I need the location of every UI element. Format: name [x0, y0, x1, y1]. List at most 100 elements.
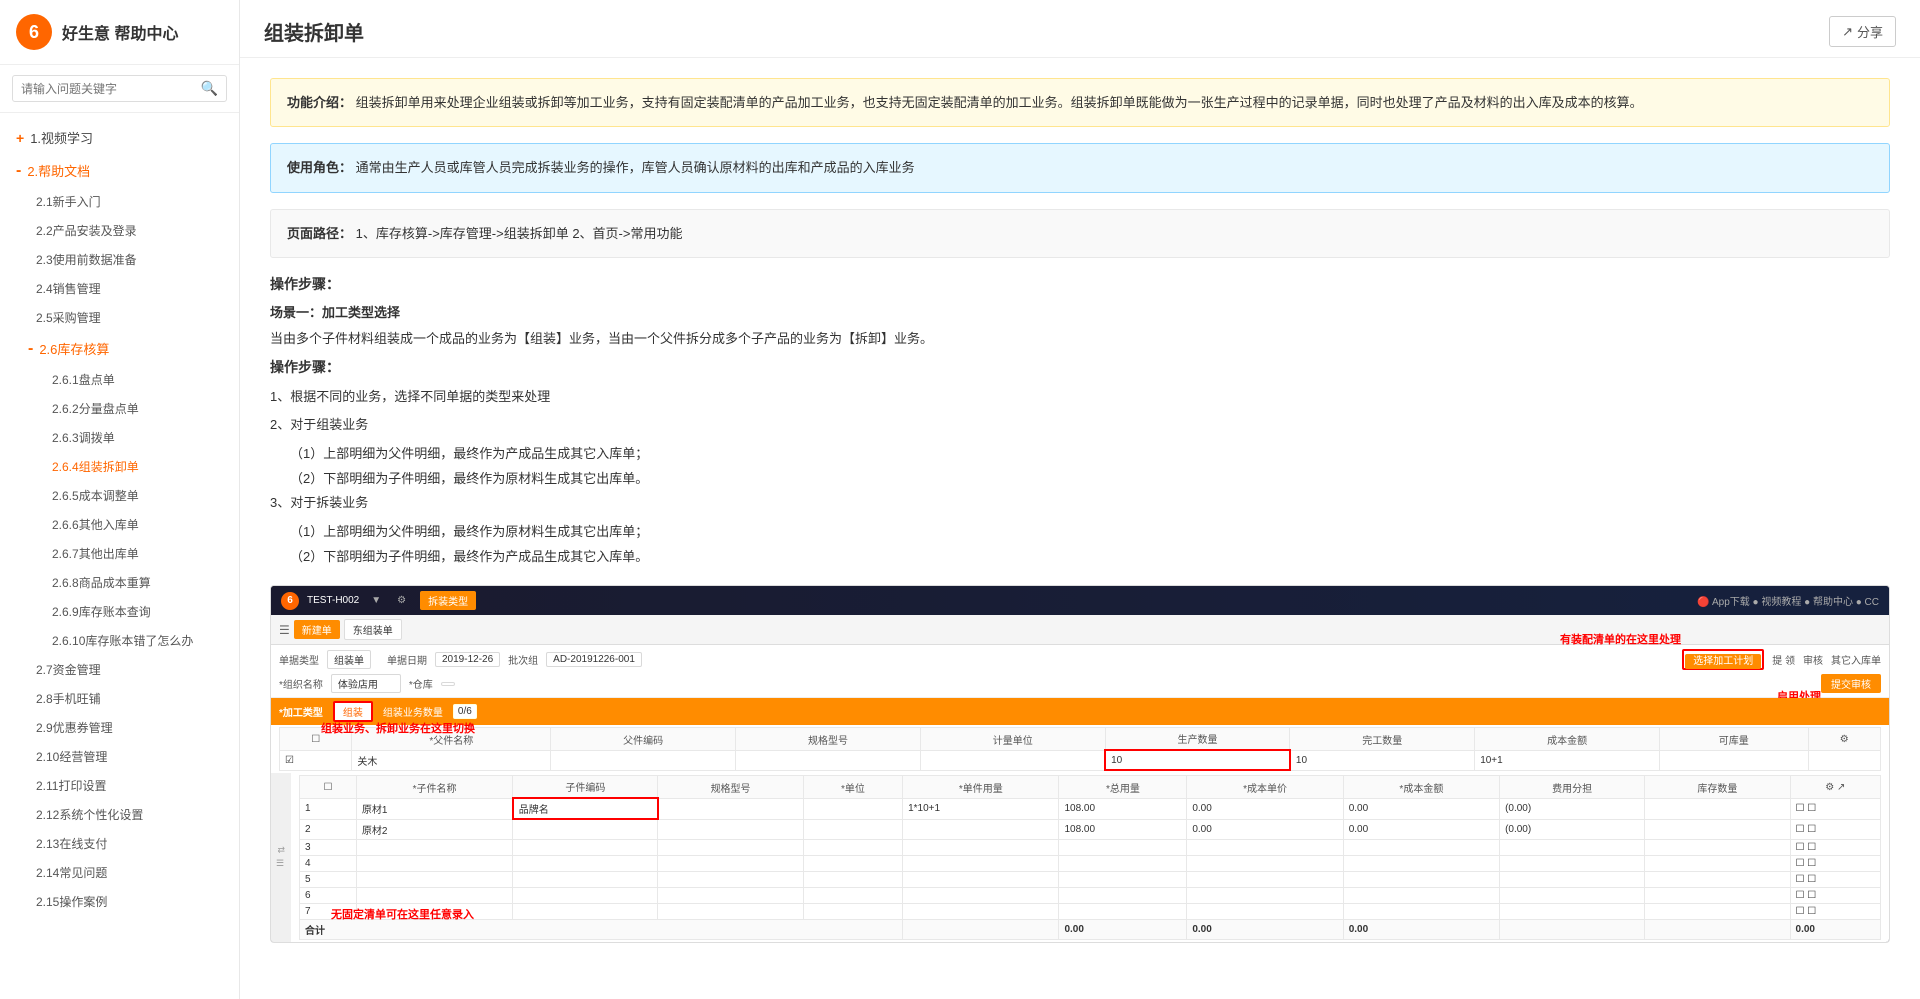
intro-box: 功能介绍： 组装拆卸单用来处理企业组装或拆卸等加工业务，支持有固定装配清单的产品… [270, 78, 1890, 127]
step2: 2、对于组装业务 [270, 413, 1890, 438]
sidebar-item-faq[interactable]: 2.14常见问题 [0, 858, 239, 887]
mock-date: 2019-12-26 [435, 652, 500, 667]
table-row: 6 ☐ ☐ [300, 887, 1881, 903]
collapse-icon-inventory: - [28, 340, 33, 358]
table-row: 1 原材1 品牌名 1*10+1 108.00 0.00 0.00 (0.00) [300, 798, 1881, 819]
sidebar-item-coupon[interactable]: 2.9优惠券管理 [0, 713, 239, 742]
mock-new-doc-btn: 拆装类型 [420, 591, 476, 610]
mock-nav-icon: ☰ [279, 623, 290, 637]
nav-area: + 1.视频学习 - 2.帮助文档 2.1新手入门 2.2产品安装及登录 2.3… [0, 113, 239, 999]
annotation-2: 组装业务、拆卸业务在这里切换 [321, 720, 475, 736]
main-content: 组装拆卸单 ↗ 分享 功能介绍： 组装拆卸单用来处理企业组装或拆卸等加工业务，支… [240, 0, 1920, 999]
table-row: ☑ 关木 10 10 10+1 [280, 750, 1881, 770]
step3: 3、对于拆装业务 [270, 491, 1890, 516]
mock-app-title: TEST-H002 [307, 595, 359, 606]
mock-lower-table-area: ⇅ ☰ ☐ *子件名称 子件编码 规格型号 *单位 *单件用量 [271, 773, 1889, 942]
sidebar-item-assemble[interactable]: 2.6.4组装拆卸单 [0, 452, 239, 481]
sidebar-item-stockcheck[interactable]: 2.6.9库存账本查询 [0, 597, 239, 626]
op-title: 操作步骤： [270, 274, 1890, 294]
sidebar-item-video[interactable]: + 1.视频学习 [0, 121, 239, 154]
search-icon[interactable]: 🔍 [201, 80, 218, 97]
sidebar-item-cases[interactable]: 2.15操作案例 [0, 887, 239, 916]
sidebar-item-stocktake[interactable]: 2.6.1盘点单 [0, 365, 239, 394]
sidebar: 6 好生意 帮助中心 🔍 + 1.视频学习 - 2.帮助文档 2.1新手入门 2… [0, 0, 240, 999]
expand-icon: + [16, 130, 24, 146]
share-button[interactable]: ↗ 分享 [1829, 16, 1896, 47]
sidebar-item-sales[interactable]: 2.4销售管理 [0, 274, 239, 303]
role-label: 使用角色： [287, 160, 352, 175]
table-row: 7 ☐ ☐ [300, 903, 1881, 919]
sidebar-item-operation[interactable]: 2.10经营管理 [0, 742, 239, 771]
table-footer-row: 合计 0.00 0.00 0.00 0.00 [300, 919, 1881, 939]
step2-2: （2）下部明细为子件明细，最终作为原材料生成其它出库单。 [270, 467, 1890, 492]
mock-plan-btn: 选择加工计划 [1685, 654, 1761, 669]
sidebar-item-data[interactable]: 2.3使用前数据准备 [0, 245, 239, 274]
table-row: 5 ☐ ☐ [300, 871, 1881, 887]
role-text: 通常由生产人员或库管人员完成拆装业务的操作，库管人员确认原材料的出库和产成品的入… [356, 160, 915, 175]
scene1-desc: 当由多个子件材料组装成一个成品的业务为【组装】业务，当由一个父件拆分成多个子产品… [270, 327, 1890, 350]
sidebar-item-transfer[interactable]: 2.6.3调拨单 [0, 423, 239, 452]
content-body: 功能介绍： 组装拆卸单用来处理企业组装或拆卸等加工业务，支持有固定装配清单的产品… [240, 58, 1920, 999]
table-row: 3 ☐ ☐ [300, 839, 1881, 855]
step2-1: （1）上部明细为父件明细，最终作为产成品生成其它入库单； [270, 442, 1890, 467]
op-steps: 操作步骤： 场景一：加工类型选择 当由多个子件材料组装成一个成品的业务为【组装】… [270, 274, 1890, 569]
mock-warehouse [441, 682, 455, 686]
mock-plan-select-wrapper: 选择加工计划 [1682, 649, 1764, 670]
sidebar-item-docs[interactable]: - 2.帮助文档 [0, 154, 239, 187]
intro-label: 功能介绍： [287, 95, 352, 110]
mock-tab-new: 新建单 [294, 620, 340, 639]
path-box: 页面路径： 1、库存核算->库存管理->组装拆卸单 2、首页->常用功能 [270, 209, 1890, 258]
collapse-icon: - [16, 162, 21, 180]
mock-lower-table: ☐ *子件名称 子件编码 规格型号 *单位 *单件用量 *总用量 *成本单价 *… [299, 775, 1881, 940]
table-row: 2 原材2 108.00 0.00 0.00 (0.00) [300, 819, 1881, 839]
search-box[interactable]: 🔍 [12, 75, 227, 102]
screenshot-container: 6 TEST-H002 ▼ ⚙ 拆装类型 🔴 App下载 ● 视频教程 ● 帮助… [270, 585, 1890, 943]
sidebar-item-stockdivide[interactable]: 2.6.2分量盘点单 [0, 394, 239, 423]
path-text: 1、库存核算->库存管理->组装拆卸单 2、首页->常用功能 [356, 226, 683, 241]
intro-text: 组装拆卸单用来处理企业组装或拆卸等加工业务，支持有固定装配清单的产品加工业务，也… [356, 95, 1643, 110]
path-label: 页面路径： [287, 226, 352, 241]
table-row: 4 ☐ ☐ [300, 855, 1881, 871]
mock-type-value: 组装 [333, 701, 373, 722]
mock-upper-table: ☐ *父件名称 父件编码 规格型号 计量单位 生产数量 完工数量 成本金额 可库… [279, 727, 1881, 771]
annotation-4: 无固定清单可在这里任意录入 [331, 906, 474, 922]
scene1-title: 场景一：加工类型选择 [270, 302, 1890, 321]
logo-area: 6 好生意 帮助中心 [0, 0, 239, 65]
mock-org: 体验店用 [331, 674, 401, 693]
page-title: 组装拆卸单 [264, 17, 364, 46]
sidebar-item-purchase[interactable]: 2.5采购管理 [0, 303, 239, 332]
sidebar-item-otheroutstock[interactable]: 2.6.7其他出库单 [0, 539, 239, 568]
sidebar-item-otherinstock[interactable]: 2.6.6其他入库单 [0, 510, 239, 539]
sidebar-item-payment[interactable]: 2.13在线支付 [0, 829, 239, 858]
mock-type-label: *加工类型 [279, 704, 323, 719]
mock-batch: AD-20191226-001 [546, 652, 642, 667]
step1: 1、根据不同的业务，选择不同单据的类型来处理 [270, 385, 1890, 410]
search-input[interactable] [21, 82, 201, 96]
sidebar-item-costadjust[interactable]: 2.6.5成本调整单 [0, 481, 239, 510]
mock-upper-table-area: ☐ *父件名称 父件编码 规格型号 计量单位 生产数量 完工数量 成本金额 可库… [271, 725, 1889, 773]
sidebar-item-inventory[interactable]: - 2.6库存核算 [0, 332, 239, 365]
sidebar-item-stockerror[interactable]: 2.6.10库存账本错了怎么办 [0, 626, 239, 655]
mock-app-header: 6 TEST-H002 ▼ ⚙ 拆装类型 🔴 App下载 ● 视频教程 ● 帮助… [271, 586, 1889, 615]
mock-submit-btn: 提交审核 [1821, 674, 1881, 693]
op-steps-label: 操作步骤： [270, 357, 1890, 377]
search-area: 🔍 [0, 65, 239, 113]
sidebar-item-install[interactable]: 2.2产品安装及登录 [0, 216, 239, 245]
logo-icon: 6 [16, 14, 52, 50]
main-header: 组装拆卸单 ↗ 分享 [240, 0, 1920, 58]
sidebar-item-customize[interactable]: 2.12系统个性化设置 [0, 800, 239, 829]
mock-type-row: *加工类型 组装 组装业务数量 0/6 组装业务、拆卸业务在这里切换 [271, 698, 1889, 725]
logo-title: 好生意 帮助中心 [62, 20, 178, 44]
mock-logo: 6 [281, 592, 299, 610]
sidebar-item-newbie[interactable]: 2.1新手入门 [0, 187, 239, 216]
sidebar-item-print[interactable]: 2.11打印设置 [0, 771, 239, 800]
step3-1: （1）上部明细为父件明细，最终作为原材料生成其它出库单； [270, 520, 1890, 545]
sidebar-item-goodscost[interactable]: 2.6.8商品成本重算 [0, 568, 239, 597]
mock-doc-type: 组装单 [327, 650, 371, 669]
share-icon: ↗ [1842, 24, 1853, 40]
annotation-1: 有装配清单的在这里处理 [1560, 631, 1681, 647]
sidebar-item-finance[interactable]: 2.7资金管理 [0, 655, 239, 684]
role-box: 使用角色： 通常由生产人员或库管人员完成拆装业务的操作，库管人员确认原材料的出库… [270, 143, 1890, 192]
mock-tab-existing: 东组装单 [344, 619, 402, 640]
sidebar-item-mobile[interactable]: 2.8手机旺铺 [0, 684, 239, 713]
